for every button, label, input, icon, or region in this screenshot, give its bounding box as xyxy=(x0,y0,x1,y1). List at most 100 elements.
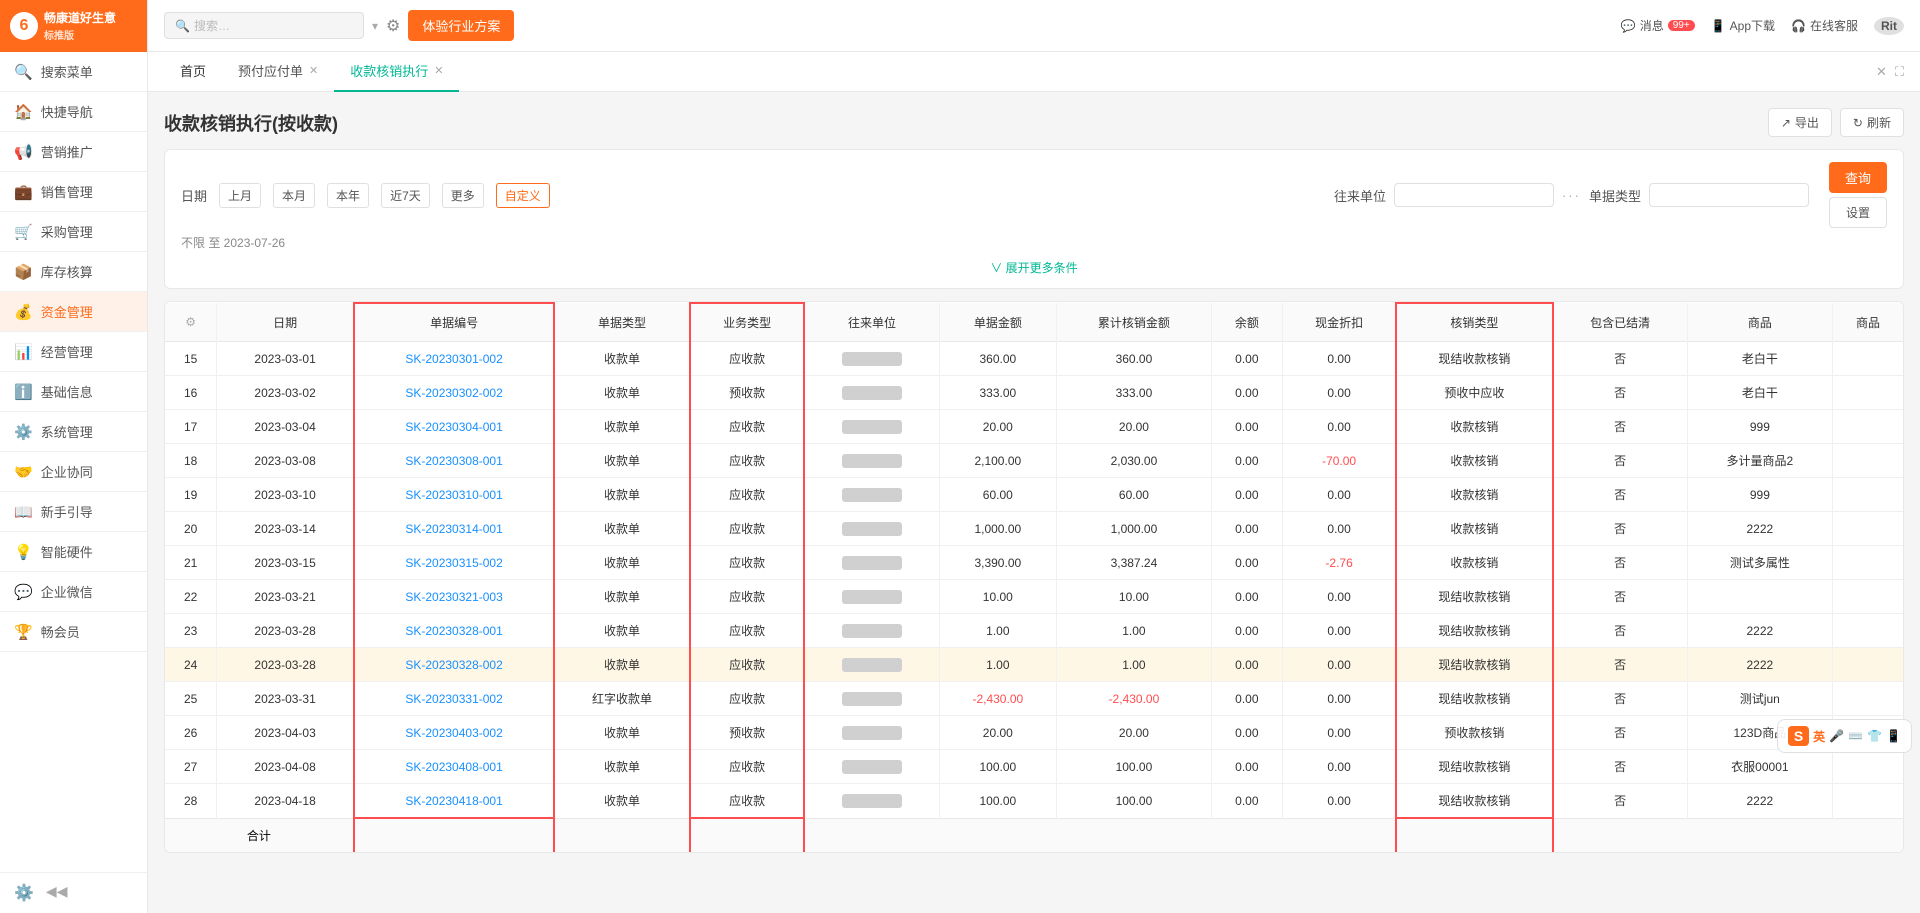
date-more-btn[interactable]: 更多 xyxy=(442,183,484,208)
cell-discount: -2.76 xyxy=(1282,546,1396,580)
sidebar-item-sales[interactable]: 💼销售管理 xyxy=(0,172,147,212)
date-last-7days-btn[interactable]: 近7天 xyxy=(381,183,430,208)
bill-no-link[interactable]: SK-20230304-001 xyxy=(405,420,502,434)
cell-amount: -2,430.00 xyxy=(939,682,1057,716)
cell-date: 2023-03-08 xyxy=(217,444,354,478)
cell-included: 否 xyxy=(1553,546,1688,580)
bill-no-link[interactable]: SK-20230331-002 xyxy=(405,692,502,706)
tab-prepayment[interactable]: 预付应付单 ✕ xyxy=(222,52,334,92)
tab-prepayment-close[interactable]: ✕ xyxy=(309,64,318,77)
cell-bill-no: SK-20230408-001 xyxy=(354,750,554,784)
settings-icon[interactable]: ⚙️ xyxy=(14,883,34,903)
cell-product2 xyxy=(1833,478,1903,512)
date-this-year-btn[interactable]: 本年 xyxy=(327,183,369,208)
bill-no-link[interactable]: SK-20230403-002 xyxy=(405,726,502,740)
tab-receivable-close[interactable]: ✕ xyxy=(434,64,443,77)
tab-receivable[interactable]: 收款核销执行 ✕ xyxy=(334,52,459,92)
cell-biz-type: 应收款 xyxy=(690,478,805,512)
purchase-icon: 🛒 xyxy=(14,223,33,241)
page-header: 收款核销执行(按收款) ↗ 导出 ↻ 刷新 xyxy=(164,108,1904,137)
bill-type-select[interactable] xyxy=(1649,183,1809,207)
sidebar-item-wechat[interactable]: 💬企业微信 xyxy=(0,572,147,612)
cell-discount: 0.00 xyxy=(1282,784,1396,819)
messages-btn[interactable]: 💬 消息 99+ xyxy=(1621,17,1695,34)
bill-no-link[interactable]: SK-20230302-002 xyxy=(405,386,502,400)
cell-bill-type: 收款单 xyxy=(554,512,689,546)
cell-bill-no: SK-20230302-002 xyxy=(354,376,554,410)
bill-no-link[interactable]: SK-20230321-003 xyxy=(405,590,502,604)
sidebar-nav: 🔍搜索菜单🏠快捷导航📢营销推广💼销售管理🛒采购管理📦库存核算💰资金管理📊经营管理… xyxy=(0,52,147,872)
bill-no-link[interactable]: SK-20230310-001 xyxy=(405,488,502,502)
tab-home[interactable]: 首页 xyxy=(164,52,222,92)
topbar-gear-icon[interactable]: ⚙ xyxy=(386,16,400,36)
sidebar-item-inventory[interactable]: 📦库存核算 xyxy=(0,252,147,292)
bill-no-link[interactable]: SK-20230314-001 xyxy=(405,522,502,536)
th-gear[interactable]: ⚙ xyxy=(165,303,217,342)
user-avatar[interactable]: Rit xyxy=(1874,17,1904,35)
sidebar-item-enterprise[interactable]: 🤝企业协同 xyxy=(0,452,147,492)
dropdown-arrow[interactable]: ▾ xyxy=(372,19,378,33)
date-last-month-btn[interactable]: 上月 xyxy=(219,183,261,208)
cell-biz-type: 应收款 xyxy=(690,784,805,819)
bill-no-link[interactable]: SK-20230308-001 xyxy=(405,454,502,468)
export-btn[interactable]: ↗ 导出 xyxy=(1768,108,1832,137)
cell-balance: 0.00 xyxy=(1211,716,1282,750)
bill-no-link[interactable]: SK-20230328-001 xyxy=(405,624,502,638)
brand-shirt-icon[interactable]: 👕 xyxy=(1867,729,1882,743)
expand-conditions-btn[interactable]: ∨ 展开更多条件 xyxy=(181,259,1887,276)
online-service-btn[interactable]: 🎧 在线客服 xyxy=(1791,17,1858,34)
cell-bill-no: SK-20230418-001 xyxy=(354,784,554,819)
sidebar-item-hardware[interactable]: 💡智能硬件 xyxy=(0,532,147,572)
bill-no-link[interactable]: SK-20230328-002 xyxy=(405,658,502,672)
bill-no-link[interactable]: SK-20230408-001 xyxy=(405,760,502,774)
cell-biz-type: 预收款 xyxy=(690,716,805,750)
app-download-btn[interactable]: 📱 App下载 xyxy=(1711,17,1775,34)
brand-phone-icon[interactable]: 📱 xyxy=(1886,729,1901,743)
query-btn[interactable]: 查询 xyxy=(1829,162,1887,193)
search-icon: 🔍 xyxy=(175,19,190,33)
footer-bill-no xyxy=(354,818,554,852)
cell-included: 否 xyxy=(1553,580,1688,614)
cell-bill-type: 收款单 xyxy=(554,750,689,784)
cell-discount: 0.00 xyxy=(1282,614,1396,648)
collapse-icon[interactable]: ◀◀ xyxy=(46,883,68,903)
cell-amount: 360.00 xyxy=(939,342,1057,376)
bill-no-link[interactable]: SK-20230418-001 xyxy=(405,794,502,808)
cell-no: 23 xyxy=(165,614,217,648)
username-display: Rit xyxy=(1874,17,1904,35)
industry-btn[interactable]: 体验行业方案 xyxy=(408,10,514,41)
sidebar-item-marketing[interactable]: 📢营销推广 xyxy=(0,132,147,172)
brand-name: 畅康道好生意 xyxy=(44,10,116,27)
sidebar-item-purchase[interactable]: 🛒采购管理 xyxy=(0,212,147,252)
tab-close-all-icon[interactable]: ✕ xyxy=(1876,64,1887,80)
sidebar-item-system[interactable]: ⚙️系统管理 xyxy=(0,412,147,452)
cell-amount: 60.00 xyxy=(939,478,1057,512)
sidebar-item-finance[interactable]: 💰资金管理 xyxy=(0,292,147,332)
refresh-btn[interactable]: ↻ 刷新 xyxy=(1840,108,1904,137)
date-custom-btn[interactable]: 自定义 xyxy=(496,183,550,208)
brand-keyboard-icon[interactable]: ⌨️ xyxy=(1848,729,1863,743)
sidebar-item-member[interactable]: 🏆畅会员 xyxy=(0,612,147,652)
sidebar-item-search[interactable]: 🔍搜索菜单 xyxy=(0,52,147,92)
sidebar-item-guide[interactable]: 📖新手引导 xyxy=(0,492,147,532)
tab-expand-icon[interactable]: ⛶ xyxy=(1895,64,1904,80)
bill-no-link[interactable]: SK-20230301-002 xyxy=(405,352,502,366)
cell-bill-no: SK-20230321-003 xyxy=(354,580,554,614)
cell-amount: 100.00 xyxy=(939,750,1057,784)
cell-bill-no: SK-20230314-001 xyxy=(354,512,554,546)
cell-biz-type: 应收款 xyxy=(690,614,805,648)
sidebar-item-quicknav[interactable]: 🏠快捷导航 xyxy=(0,92,147,132)
tabs-bar: 首页 预付应付单 ✕ 收款核销执行 ✕ ✕ ⛶ xyxy=(148,52,1920,92)
footer-bill-type xyxy=(554,818,689,852)
date-this-month-btn[interactable]: 本月 xyxy=(273,183,315,208)
bill-no-link[interactable]: SK-20230315-002 xyxy=(405,556,502,570)
th-amount: 单据金额 xyxy=(939,303,1057,342)
sidebar-item-basic[interactable]: ℹ️基础信息 xyxy=(0,372,147,412)
th-biz-type: 业务类型 xyxy=(690,303,805,342)
brand-mic-icon[interactable]: 🎤 xyxy=(1829,729,1844,743)
table-row: 23 2023-03-28 SK-20230328-001 收款单 应收款 ██… xyxy=(165,614,1903,648)
sidebar-item-operations[interactable]: 📊经营管理 xyxy=(0,332,147,372)
customer-filter-input[interactable] xyxy=(1394,183,1554,207)
settings-btn[interactable]: 设置 xyxy=(1829,197,1887,228)
member-icon: 🏆 xyxy=(14,623,33,641)
